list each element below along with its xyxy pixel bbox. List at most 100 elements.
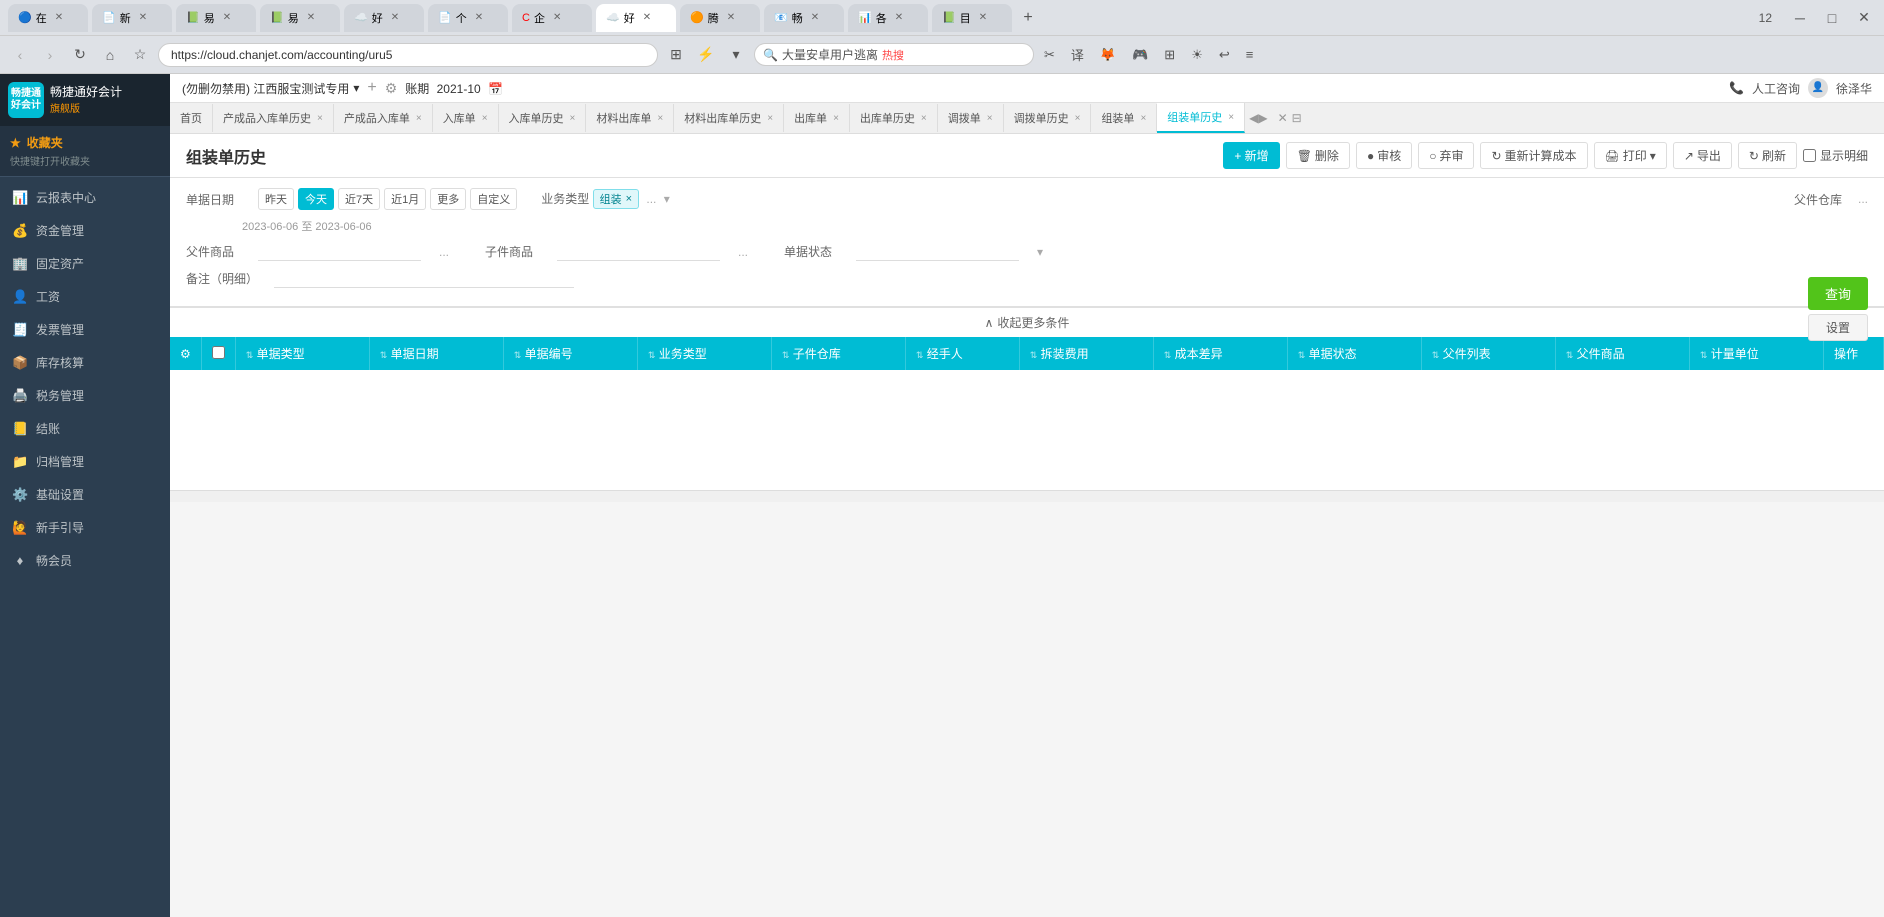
browser-tab-6[interactable]: C企✕	[512, 4, 592, 32]
forward-button[interactable]: ›	[38, 43, 62, 67]
tab-close-in-history[interactable]: ×	[570, 113, 576, 124]
biz-type-more-btn[interactable]: ...	[646, 192, 656, 206]
sidebar-item-tax[interactable]: 🖨️ 税务管理	[0, 379, 170, 412]
tab-arrow-left[interactable]: ◀	[1249, 111, 1258, 125]
tab-close-material-out-history[interactable]: ×	[767, 113, 773, 124]
minimize-button[interactable]: ─	[1788, 6, 1812, 30]
tab-close-in-order[interactable]: ×	[482, 113, 488, 124]
tab-product-in-history[interactable]: 产成品入库单历史 ×	[213, 104, 334, 132]
show-detail-checkbox[interactable]	[1803, 149, 1816, 162]
print-button[interactable]: 🖨 打印 ▾	[1594, 142, 1667, 169]
abandon-button[interactable]: ○ 弃审	[1418, 142, 1474, 169]
th-checkbox[interactable]	[201, 337, 235, 370]
tab-close-transfer[interactable]: ×	[987, 113, 993, 124]
date-btn-yesterday[interactable]: 昨天	[258, 188, 294, 210]
th-cost-diff[interactable]: ⇅ 成本差异	[1153, 337, 1287, 370]
refresh-nav-button[interactable]: ↻	[68, 43, 92, 67]
tab-out-order[interactable]: 出库单 ×	[784, 104, 850, 132]
sidebar-item-guide[interactable]: 🙋 新手引导	[0, 511, 170, 544]
tab-assembly-history[interactable]: 组装单历史 ×	[1157, 103, 1245, 133]
emoji-icon[interactable]: 🦊	[1096, 45, 1120, 65]
browser-tab-5[interactable]: 📄个✕	[428, 4, 508, 32]
browser-tab-0[interactable]: 🔵在✕	[8, 4, 88, 32]
query-button[interactable]: 查询	[1808, 277, 1868, 310]
collapse-button[interactable]: ∧ 收起更多条件	[170, 307, 1884, 337]
date-btn-today[interactable]: 今天	[298, 188, 334, 210]
status-input[interactable]	[856, 242, 1019, 261]
undo-icon[interactable]: ↩	[1215, 45, 1234, 65]
add-company-icon[interactable]: +	[367, 79, 376, 97]
tab-arrow-right[interactable]: ▶	[1258, 111, 1267, 125]
sidebar-item-assets[interactable]: 🏢 固定资产	[0, 247, 170, 280]
th-settings[interactable]: ⚙	[170, 337, 201, 370]
date-btn-more[interactable]: 更多	[430, 188, 466, 210]
th-parent-list[interactable]: ⇅ 父件列表	[1421, 337, 1555, 370]
tab-in-history[interactable]: 入库单历史 ×	[499, 104, 587, 132]
browser-tab-2[interactable]: 📗易✕	[176, 4, 256, 32]
tab-close-all-icon[interactable]: ✕	[1278, 111, 1288, 125]
tab-close-product-in-history[interactable]: ×	[317, 113, 323, 124]
tab-close-out-order[interactable]: ×	[833, 113, 839, 124]
browser-tab-3[interactable]: 📗易✕	[260, 4, 340, 32]
tab-assembly[interactable]: 组装单 ×	[1091, 104, 1157, 132]
delete-button[interactable]: 🗑 删除	[1286, 142, 1350, 169]
child-product-more-btn[interactable]: ...	[738, 245, 748, 259]
sidebar-item-archive[interactable]: 📁 归档管理	[0, 445, 170, 478]
tab-close-assembly-history[interactable]: ×	[1228, 112, 1234, 123]
th-parent-product[interactable]: ⇅ 父件商品	[1555, 337, 1689, 370]
address-input[interactable]	[158, 43, 658, 67]
browser-tab-7[interactable]: ☁️好✕	[596, 4, 676, 32]
audit-button[interactable]: ● 审核	[1356, 142, 1412, 169]
dropdown-button[interactable]: ▾	[724, 43, 748, 67]
th-handler[interactable]: ⇅ 经手人	[905, 337, 1019, 370]
sidebar-item-funds[interactable]: 💰 资金管理	[0, 214, 170, 247]
date-btn-custom[interactable]: 自定义	[470, 188, 517, 210]
extension-button[interactable]: ⊞	[664, 43, 688, 67]
tab-in-order[interactable]: 入库单 ×	[433, 104, 499, 132]
settings-company-icon[interactable]: ⚙	[385, 80, 398, 97]
child-product-input[interactable]	[557, 242, 720, 261]
browser-tab-9[interactable]: 📧畅✕	[764, 4, 844, 32]
back-button[interactable]: ‹	[8, 43, 32, 67]
sidebar-item-inventory[interactable]: 📦 库存核算	[0, 346, 170, 379]
tab-product-in[interactable]: 产成品入库单 ×	[334, 104, 433, 132]
grid-icon[interactable]: ⊞	[1160, 45, 1179, 65]
tab-settings-icon[interactable]: ⊟	[1292, 111, 1302, 125]
th-status[interactable]: ⇅ 单据状态	[1287, 337, 1421, 370]
sidebar-item-reports[interactable]: 📊 云报表中心	[0, 181, 170, 214]
calendar-icon[interactable]: 📅	[488, 82, 503, 96]
th-type[interactable]: ⇅ 单据类型	[235, 337, 369, 370]
close-button[interactable]: ✕	[1852, 6, 1876, 30]
browser-tab-11[interactable]: 📗目✕	[932, 4, 1012, 32]
tab-material-out-history[interactable]: 材料出库单历史 ×	[674, 104, 784, 132]
browser-tab-8[interactable]: 🟠腾✕	[680, 4, 760, 32]
browser-tab-4[interactable]: ☁️好✕	[344, 4, 424, 32]
biz-type-tag-close[interactable]: ×	[626, 193, 632, 205]
sidebar-item-member[interactable]: ♦ 畅会员	[0, 544, 170, 577]
settings-filter-button[interactable]: 设置	[1808, 314, 1868, 341]
export-button[interactable]: ↗ 导出	[1673, 142, 1732, 169]
parent-product-input[interactable]	[258, 242, 421, 261]
date-btn-7days[interactable]: 近7天	[338, 188, 380, 210]
th-unit[interactable]: ⇅ 计量单位	[1689, 337, 1823, 370]
tab-material-out[interactable]: 材料出库单 ×	[586, 104, 674, 132]
tab-close-assembly[interactable]: ×	[1140, 113, 1146, 124]
th-disassembly-fee[interactable]: ⇅ 拆装费用	[1019, 337, 1153, 370]
sidebar-item-invoice[interactable]: 🧾 发票管理	[0, 313, 170, 346]
tab-close-material-out[interactable]: ×	[657, 113, 663, 124]
home-button[interactable]: ⌂	[98, 43, 122, 67]
select-all-checkbox[interactable]	[212, 346, 225, 359]
browser-tab-1[interactable]: 📄新✕	[92, 4, 172, 32]
tab-transfer-history[interactable]: 调拨单历史 ×	[1004, 104, 1092, 132]
company-selector[interactable]: (勿删勿禁用) 江西服宝测试专用 ▾	[182, 80, 359, 97]
th-number[interactable]: ⇅ 单据编号	[503, 337, 637, 370]
tab-out-history[interactable]: 出库单历史 ×	[850, 104, 938, 132]
tab-close-product-in[interactable]: ×	[416, 113, 422, 124]
scissors-icon[interactable]: ✂	[1040, 45, 1059, 65]
maximize-button[interactable]: □	[1820, 6, 1844, 30]
new-button[interactable]: + 新增	[1223, 142, 1279, 169]
recalc-button[interactable]: ↻ 重新计算成本	[1480, 142, 1587, 169]
user-service-label[interactable]: 人工咨询	[1752, 80, 1800, 97]
translate-icon[interactable]: 译	[1067, 43, 1088, 66]
tab-close-transfer-history[interactable]: ×	[1075, 113, 1081, 124]
